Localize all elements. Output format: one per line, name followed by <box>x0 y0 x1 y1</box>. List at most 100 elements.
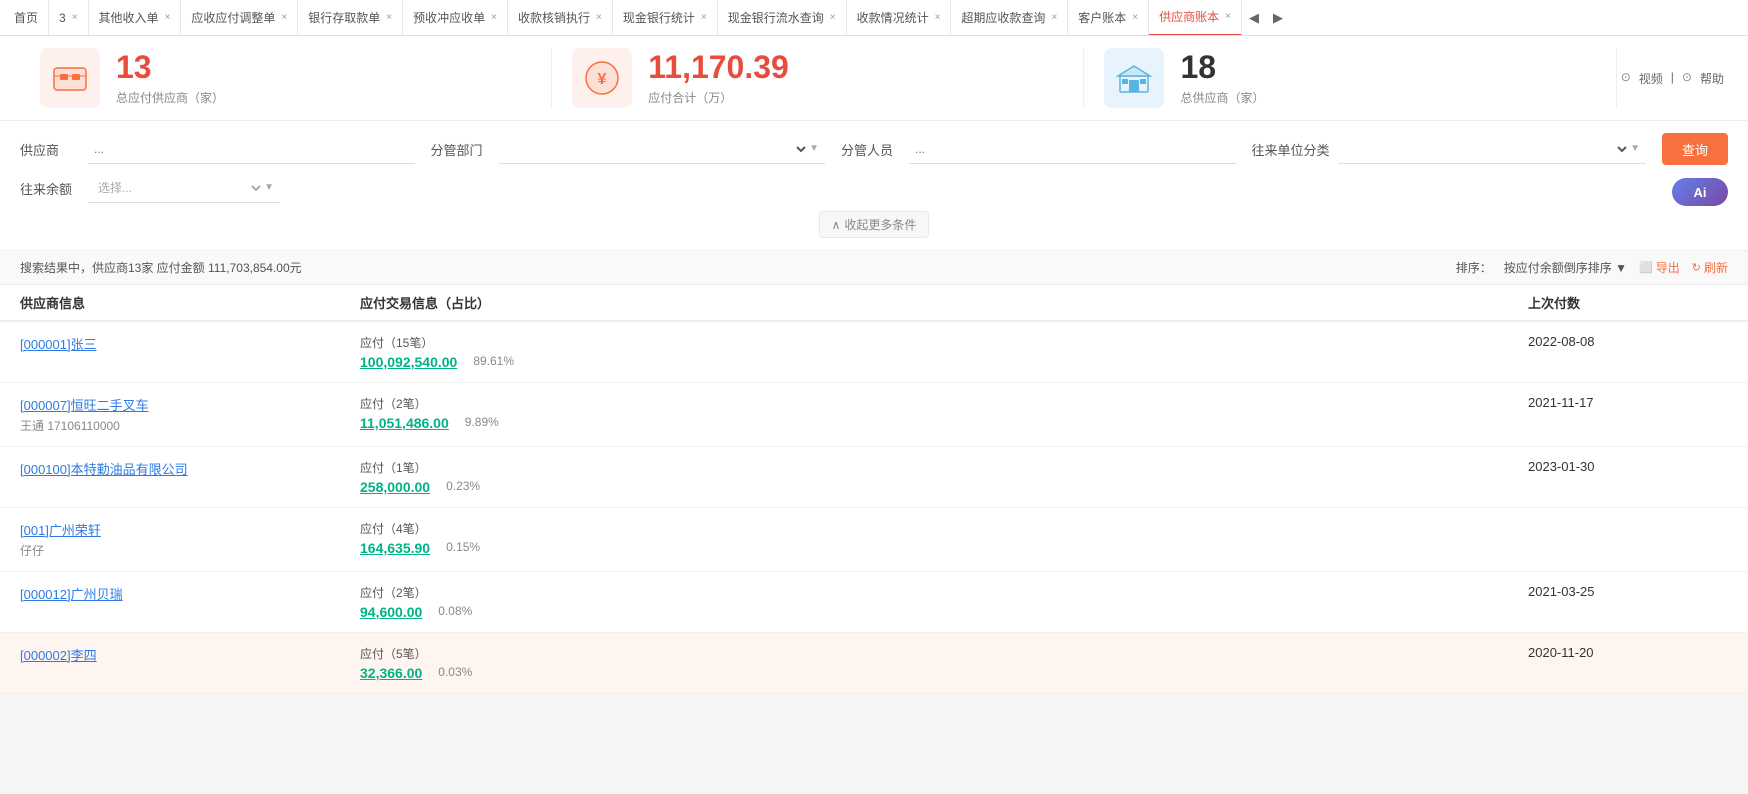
table-header: 供应商信息 应付交易信息（占比） 上次付数 <box>0 285 1748 322</box>
nav-tab-other-income[interactable]: 其他收入单 × <box>89 0 182 36</box>
supplier-link-5[interactable]: [000002]李四 <box>20 645 360 664</box>
help-link[interactable]: 帮助 <box>1700 70 1724 87</box>
nav-tab-supplier-account[interactable]: 供应商账本 × <box>1149 0 1242 36</box>
trans-percent-2: 0.23% <box>446 479 480 493</box>
refresh-button[interactable]: ↻ 刷新 <box>1692 259 1728 276</box>
export-icon: ⬜ <box>1639 261 1653 274</box>
close-icon[interactable]: × <box>701 12 707 23</box>
nav-tab-cash-flow[interactable]: 现金银行流水查询 × <box>718 0 847 36</box>
transaction-cell-0: 应付（15笔） 100,092,540.00 89.61% <box>360 334 1528 370</box>
trans-amount-4[interactable]: 94,600.00 <box>360 604 422 620</box>
ai-button[interactable]: Ai <box>1672 178 1728 206</box>
filter-area: 供应商 分管部门 ▼ 分管人员 往来单位分类 ▼ 查询 <box>0 121 1748 251</box>
summary-card-total-suppliers: 18 总供应商（家） <box>1084 48 1616 108</box>
supplier-filter-input[interactable] <box>88 134 415 164</box>
filter-supplier: 供应商 <box>20 134 415 164</box>
close-icon[interactable]: × <box>1132 12 1138 23</box>
supplier-cell-0: [000001]张三 <box>20 334 360 353</box>
supplier-icon <box>40 48 100 108</box>
trans-label-0: 应付（15笔） <box>360 334 1528 351</box>
nav-tab-prepay[interactable]: 预收冲应收单 × <box>403 0 508 36</box>
dept-filter-select[interactable] <box>505 141 810 157</box>
filter-dept: 分管部门 ▼ <box>431 134 826 164</box>
balance-filter-label: 往来余额 <box>20 179 80 198</box>
summary-bar: 13 总应付供应商（家） ¥ 11,170.39 应付合计（万） 1 <box>0 36 1748 121</box>
table-row: [000007]恒旺二手叉车 王通 17106110000 应付（2笔） 11,… <box>0 383 1748 447</box>
lastpay-cell-4: 2021-03-25 <box>1528 584 1728 599</box>
supplier-link-2[interactable]: [000100]本特勤油品有限公司 <box>20 459 360 478</box>
trans-percent-4: 0.08% <box>438 604 472 618</box>
close-icon[interactable]: × <box>935 12 941 23</box>
nav-tab-3[interactable]: 3 × <box>49 0 89 36</box>
query-button[interactable]: 查询 <box>1662 133 1728 165</box>
supplier-link-3[interactable]: [001]广州荣轩 <box>20 520 360 539</box>
category-filter-select-wrapper: ▼ <box>1338 134 1646 164</box>
supplier-cell-2: [000100]本特勤油品有限公司 <box>20 459 360 478</box>
sort-select[interactable]: 按应付余额倒序排序 ▼ <box>1504 259 1627 276</box>
nav-tab-3-label: 3 <box>59 11 66 25</box>
transaction-cell-4: 应付（2笔） 94,600.00 0.08% <box>360 584 1528 620</box>
nav-tab-bank-deposit[interactable]: 银行存取款单 × <box>298 0 403 36</box>
supplier-filter-label: 供应商 <box>20 140 80 159</box>
close-icon[interactable]: × <box>1225 11 1231 22</box>
nav-tab-overdue[interactable]: 超期应收款查询 × <box>951 0 1068 36</box>
close-icon[interactable]: × <box>491 12 497 23</box>
trans-amount-0[interactable]: 100,092,540.00 <box>360 354 457 370</box>
nav-next-arrow[interactable]: ▶ <box>1266 0 1290 36</box>
category-filter-select[interactable] <box>1344 141 1631 157</box>
video-link[interactable]: 视频 <box>1639 70 1663 87</box>
trans-label-5: 应付（5笔） <box>360 645 1528 662</box>
supplier-link-0[interactable]: [000001]张三 <box>20 334 360 353</box>
balance-filter-select-wrapper: 选择... ▼ <box>88 173 280 203</box>
collapse-button[interactable]: ∧ 收起更多条件 <box>819 211 930 238</box>
close-icon[interactable]: × <box>72 12 78 23</box>
filter-balance: 往来余额 选择... ▼ <box>20 173 280 203</box>
collapse-label: 收起更多条件 <box>844 216 916 233</box>
transaction-cell-1: 应付（2笔） 11,051,486.00 9.89% <box>360 395 1528 431</box>
amount-icon: ¥ <box>572 48 632 108</box>
transaction-cell-5: 应付（5笔） 32,366.00 0.03% <box>360 645 1528 681</box>
balance-filter-select[interactable]: 选择... <box>94 180 264 196</box>
header-lastpay: 上次付数 <box>1528 293 1728 312</box>
category-filter-label: 往来单位分类 <box>1252 140 1330 159</box>
nav-tab-collection-stat[interactable]: 收款情况统计 × <box>847 0 952 36</box>
supplier-cell-3: [001]广州荣轩 仔仔 <box>20 520 360 559</box>
result-actions: 排序： 按应付余额倒序排序 ▼ ⬜ 导出 ↻ 刷新 <box>1456 259 1728 276</box>
trans-amount-1[interactable]: 11,051,486.00 <box>360 415 449 431</box>
close-icon[interactable]: × <box>281 12 287 23</box>
nav-prev-arrow[interactable]: ◀ <box>1242 0 1266 36</box>
filter-row-2: 往来余额 选择... ▼ <box>20 173 1728 203</box>
dept-chevron-icon: ▼ <box>809 143 819 154</box>
close-icon[interactable]: × <box>830 12 836 23</box>
collapse-up-icon: ∧ <box>832 218 841 232</box>
close-icon[interactable]: × <box>165 12 171 23</box>
refresh-label: 刷新 <box>1704 259 1728 276</box>
close-icon[interactable]: × <box>596 12 602 23</box>
total-suppliers-count: 18 <box>1180 50 1264 85</box>
nav-tab-collection[interactable]: 收款核销执行 × <box>508 0 613 36</box>
top-navigation: 首页 3 × 其他收入单 × 应收应付调整单 × 银行存取款单 × 预收冲应收单… <box>0 0 1748 36</box>
trans-label-2: 应付（1笔） <box>360 459 1528 476</box>
close-icon[interactable]: × <box>1051 12 1057 23</box>
close-icon[interactable]: × <box>386 12 392 23</box>
nav-tab-collection-stat-label: 收款情况统计 <box>857 9 929 26</box>
nav-tab-collection-label: 收款核销执行 <box>518 9 590 26</box>
lastpay-cell-1: 2021-11-17 <box>1528 395 1728 410</box>
nav-tab-customer-account[interactable]: 客户账本 × <box>1068 0 1149 36</box>
top-right-links: ⊙ 视频 | ⊙ 帮助 <box>1617 70 1728 87</box>
nav-tab-home[interactable]: 首页 <box>4 0 49 36</box>
person-filter-input[interactable] <box>909 134 1236 164</box>
trans-amount-2[interactable]: 258,000.00 <box>360 479 430 495</box>
supplier-link-4[interactable]: [000012]广州贝瑞 <box>20 584 360 603</box>
table-row: [000012]广州贝瑞 应付（2笔） 94,600.00 0.08% 2021… <box>0 572 1748 633</box>
header-transaction: 应付交易信息（占比） <box>360 293 1528 312</box>
nav-tab-cash-bank-stat[interactable]: 现金银行统计 × <box>613 0 718 36</box>
svg-text:¥: ¥ <box>598 71 607 88</box>
supplier-link-1[interactable]: [000007]恒旺二手叉车 <box>20 395 360 414</box>
export-button[interactable]: ⬜ 导出 <box>1639 259 1680 276</box>
trans-amount-5[interactable]: 32,366.00 <box>360 665 422 681</box>
total-suppliers-label: 总供应商（家） <box>1180 89 1264 106</box>
trans-amount-3[interactable]: 164,635.90 <box>360 540 430 556</box>
nav-tab-adjustment[interactable]: 应收应付调整单 × <box>181 0 298 36</box>
table-row: [000001]张三 应付（15笔） 100,092,540.00 89.61%… <box>0 322 1748 383</box>
